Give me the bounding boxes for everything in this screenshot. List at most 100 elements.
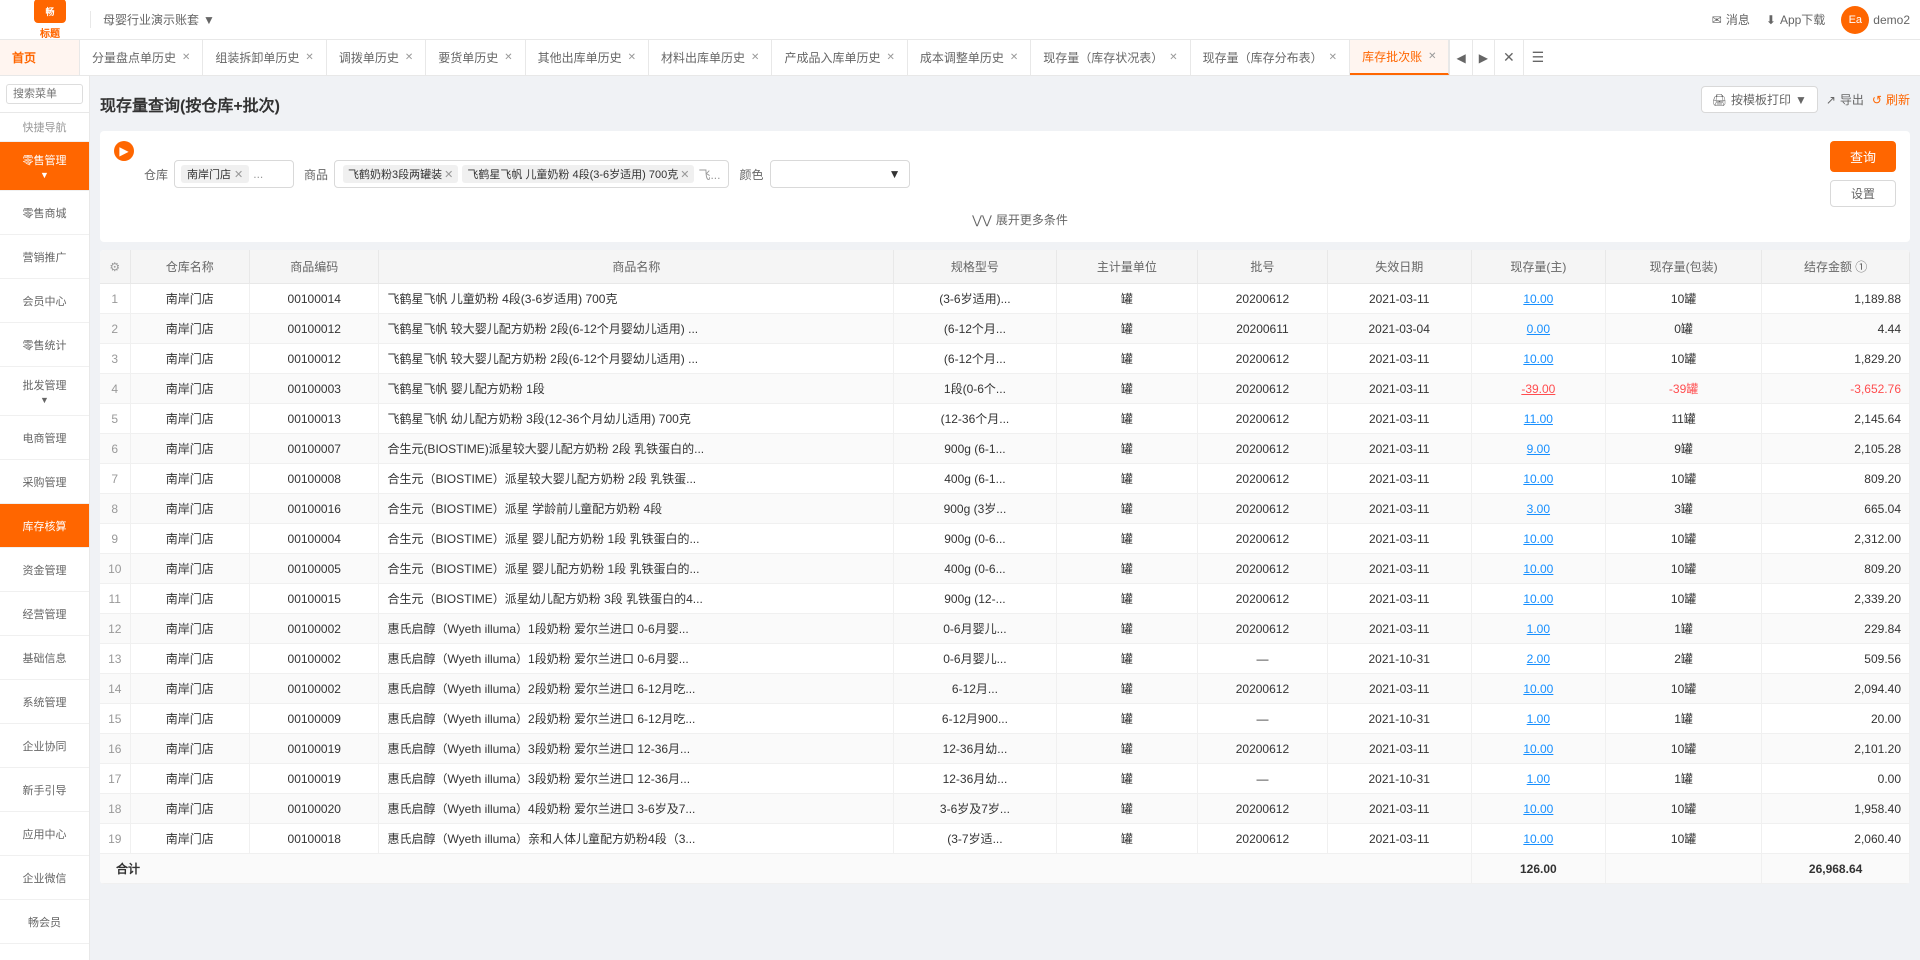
cell-unit: 罐: [1056, 524, 1198, 554]
total-label: 合计: [116, 862, 140, 876]
settings-button[interactable]: 设置: [1830, 180, 1896, 207]
product-tag-1: 飞鹤星飞帆 儿童奶粉 4段(3-6岁适用) 700克 ✕: [462, 165, 694, 183]
cell-balance: 2,105.28: [1762, 434, 1910, 464]
warehouse-more-icon[interactable]: ...: [253, 167, 263, 181]
export-button[interactable]: ↗ 导出: [1826, 91, 1864, 108]
table-row: 4 南岸门店 00100003 飞鹤星飞帆 婴儿配方奶粉 1段 1段(0-6个.…: [100, 374, 1910, 404]
tab-next-button[interactable]: ▶: [1472, 40, 1494, 75]
cell-rownum: 5: [100, 404, 130, 434]
tab-cost-adjust[interactable]: 成本调整单历史 ✕: [908, 40, 1031, 75]
sidebar-item-ecommerce[interactable]: 电商管理: [0, 416, 89, 460]
sidebar-item-basic[interactable]: 基础信息: [0, 636, 89, 680]
sidebar-item-enterprise[interactable]: 企业协同: [0, 724, 89, 768]
sidebar-item-finance[interactable]: 资金管理: [0, 548, 89, 592]
cell-warehouse: 南岸门店: [130, 464, 250, 494]
username-label: demo2: [1873, 13, 1910, 27]
tab-batch-account[interactable]: 库存批次账 ✕: [1350, 40, 1449, 75]
cell-batch: —: [1198, 704, 1327, 734]
product-tag-0-remove[interactable]: ✕: [444, 168, 453, 181]
tab-close-other-out[interactable]: ✕: [628, 52, 636, 63]
tab-requisition[interactable]: 要货单历史 ✕: [426, 40, 525, 75]
app-download-button[interactable]: ⬇ App下载: [1766, 11, 1825, 28]
sidebar-item-system[interactable]: 系统管理: [0, 680, 89, 724]
sidebar-item-purchase[interactable]: 采购管理: [0, 460, 89, 504]
warehouse-tag: 南岸门店 ✕: [181, 165, 249, 183]
cell-stock: 1.00: [1471, 614, 1605, 644]
tab-split-inventory[interactable]: 分量盘点单历史 ✕: [80, 40, 203, 75]
cell-batch: 20200612: [1198, 494, 1327, 524]
sidebar-item-retail-stats[interactable]: 零售统计: [0, 323, 89, 367]
cell-warehouse: 南岸门店: [130, 404, 250, 434]
tab-close-split-inventory[interactable]: ✕: [182, 52, 190, 63]
warehouse-filter-input[interactable]: 南岸门店 ✕ ...: [174, 160, 294, 188]
tab-close-cost-adjust[interactable]: ✕: [1010, 52, 1018, 63]
tab-transfer[interactable]: 调拨单历史 ✕: [327, 40, 426, 75]
tab-close-disassemble[interactable]: ✕: [305, 52, 313, 63]
tab-close-requisition[interactable]: ✕: [504, 52, 512, 63]
cell-batch: —: [1198, 644, 1327, 674]
workspace-selector[interactable]: 母婴行业演示账套 ▼: [90, 11, 250, 28]
tab-inventory-dist[interactable]: 现存量（库存分布表） ✕: [1191, 40, 1350, 75]
cell-rownum: 8: [100, 494, 130, 524]
product-filter-input[interactable]: 飞鹤奶粉3段两罐装 ✕ 飞鹤星飞帆 儿童奶粉 4段(3-6岁适用) 700克 ✕…: [334, 160, 729, 188]
tab-close-batch-account[interactable]: ✕: [1428, 51, 1436, 62]
tab-disassemble[interactable]: 组装拆卸单历史 ✕: [203, 40, 326, 75]
cell-warehouse: 南岸门店: [130, 434, 250, 464]
color-label: 颜色: [739, 166, 763, 183]
tab-home[interactable]: 首页: [0, 40, 80, 75]
sidebar-item-wechat[interactable]: 企业微信: [0, 856, 89, 900]
th-settings[interactable]: ⚙: [100, 250, 130, 284]
tab-menu-button[interactable]: ☰: [1523, 40, 1553, 75]
cell-pkg-stock: -39罐: [1605, 374, 1761, 404]
expand-more-button[interactable]: ⋁⋁ 展开更多条件: [144, 207, 1896, 232]
column-settings-icon[interactable]: ⚙: [109, 260, 120, 274]
tab-product-in[interactable]: 产成品入库单历史 ✕: [772, 40, 907, 75]
cell-name: 飞鹤星飞帆 婴儿配方奶粉 1段: [379, 374, 894, 404]
sidebar-item-inventory[interactable]: 库存核算: [0, 504, 89, 548]
sidebar-item-retail[interactable]: 零售管理 ▼: [0, 142, 89, 191]
sidebar-item-marketing[interactable]: 营销推广: [0, 235, 89, 279]
product-more-icon[interactable]: 飞...: [698, 166, 720, 183]
tab-other-out[interactable]: 其他出库单历史 ✕: [526, 40, 649, 75]
print-template-button[interactable]: 🖨 按模板打印 ▼: [1701, 86, 1818, 113]
cell-pkg-stock: 10罐: [1605, 524, 1761, 554]
cell-balance: 1,958.40: [1762, 794, 1910, 824]
cell-warehouse: 南岸门店: [130, 824, 250, 854]
refresh-button[interactable]: ↺ 刷新: [1872, 91, 1910, 108]
sidebar-item-retail-store[interactable]: 零售商城: [0, 191, 89, 235]
cell-code: 00100009: [250, 704, 379, 734]
cell-stock: 10.00: [1471, 524, 1605, 554]
tab-inventory-status[interactable]: 现存量（库存状况表） ✕: [1031, 40, 1190, 75]
user-menu[interactable]: Ea demo2: [1841, 6, 1910, 34]
tab-close-inventory-dist[interactable]: ✕: [1329, 52, 1337, 63]
tab-close-inventory-status[interactable]: ✕: [1169, 52, 1177, 63]
product-tag-1-remove[interactable]: ✕: [680, 168, 689, 181]
search-input[interactable]: [6, 84, 83, 104]
cell-unit: 罐: [1056, 374, 1198, 404]
sidebar-item-member2[interactable]: 畅会员: [0, 900, 89, 944]
query-button[interactable]: 查询: [1830, 141, 1896, 172]
logo[interactable]: 畅 标题: [10, 0, 90, 40]
cell-rownum: 13: [100, 644, 130, 674]
messages-button[interactable]: ✉ 消息: [1712, 11, 1750, 28]
sidebar-item-member[interactable]: 会员中心: [0, 279, 89, 323]
sidebar-item-app-center[interactable]: 应用中心: [0, 812, 89, 856]
tab-prev-button[interactable]: ◀: [1449, 40, 1471, 75]
tab-close-product-in[interactable]: ✕: [886, 52, 894, 63]
cell-stock: 11.00: [1471, 404, 1605, 434]
color-filter-input[interactable]: ▼: [770, 160, 910, 188]
sidebar-item-operations[interactable]: 经营管理: [0, 592, 89, 636]
sidebar-item-guide[interactable]: 新手引导: [0, 768, 89, 812]
cell-stock: 1.00: [1471, 704, 1605, 734]
th-spec: 规格型号: [894, 250, 1056, 284]
warehouse-tag-remove[interactable]: ✕: [234, 168, 243, 181]
expand-filter-button[interactable]: ▶: [114, 141, 134, 161]
tab-close-all-button[interactable]: ✕: [1494, 40, 1523, 75]
sidebar-item-wholesale[interactable]: 批发管理 ▼: [0, 367, 89, 416]
expand-more-icon: ⋁⋁: [972, 213, 992, 227]
tab-close-transfer[interactable]: ✕: [405, 52, 413, 63]
data-table: ⚙ 仓库名称 商品编码 商品名称 规格型号 主计量单位 批号 失效日期 现存量(…: [100, 250, 1910, 884]
cell-rownum: 19: [100, 824, 130, 854]
tab-close-material-out[interactable]: ✕: [751, 52, 759, 63]
tab-material-out[interactable]: 材料出库单历史 ✕: [649, 40, 772, 75]
